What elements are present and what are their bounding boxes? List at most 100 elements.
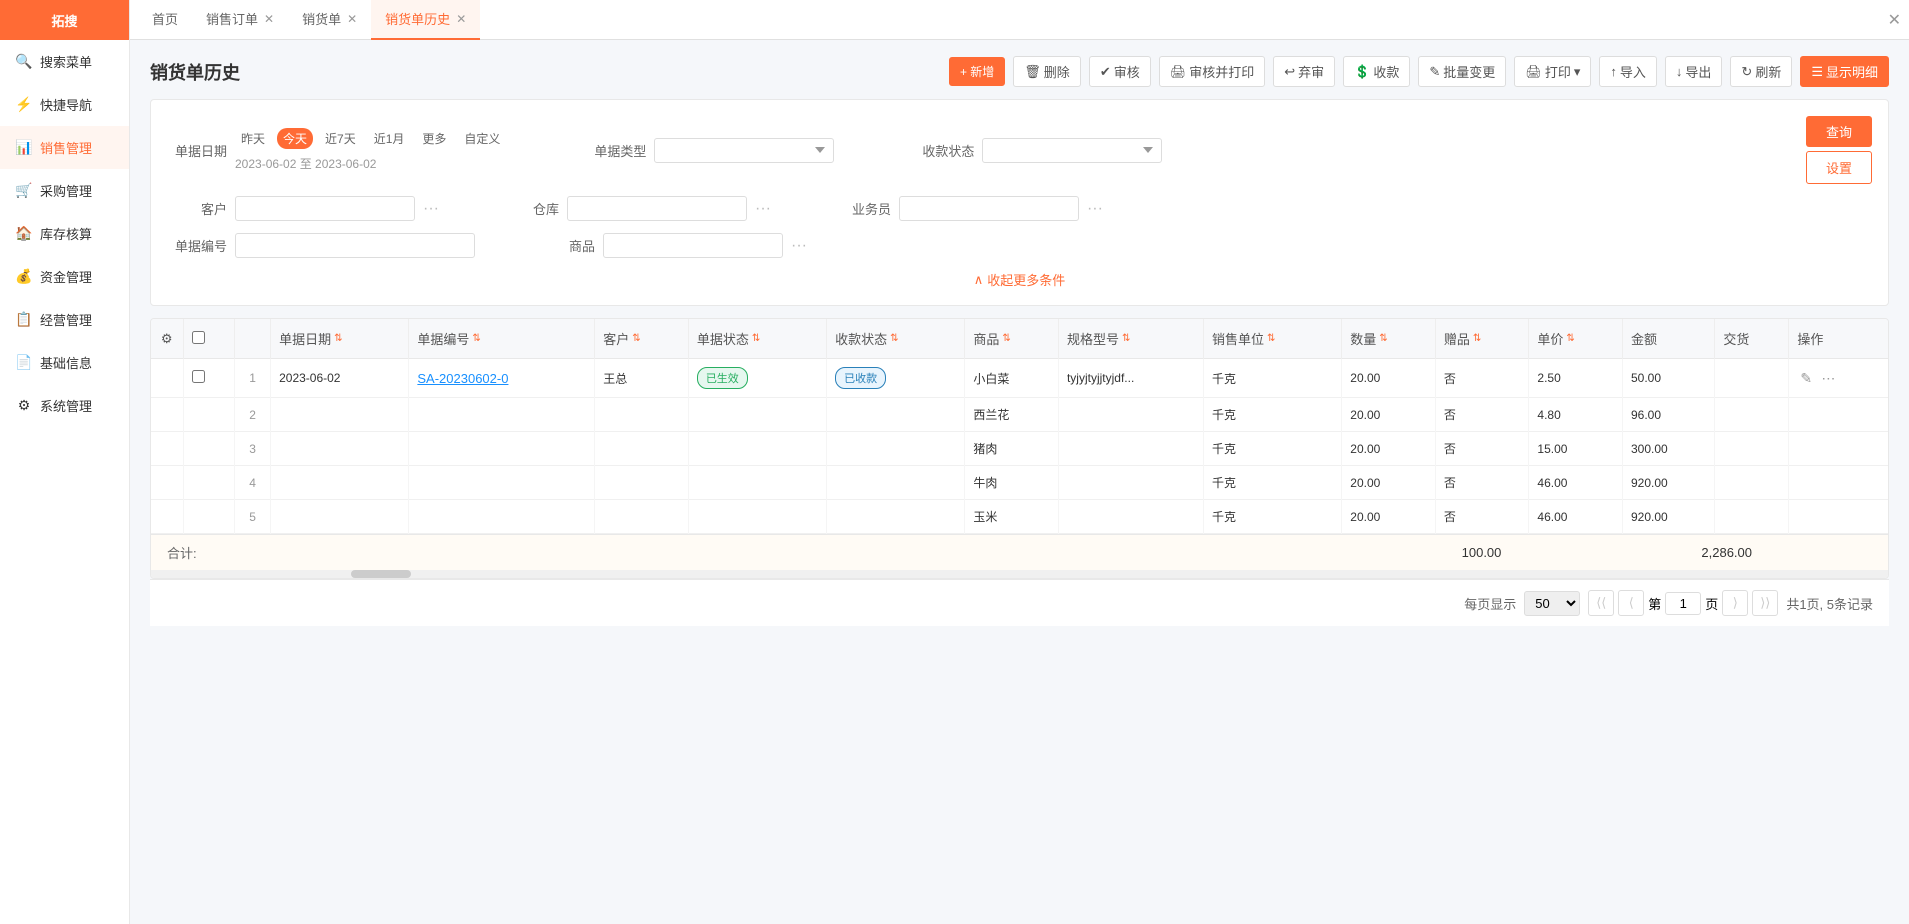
date-btn-yesterday[interactable]: 昨天	[235, 128, 271, 149]
page-last-button[interactable]: ⟩⟩	[1752, 590, 1778, 616]
doc-no-input[interactable]	[235, 233, 475, 258]
warehouse-dots[interactable]: ···	[755, 200, 771, 218]
sort-customer-icon[interactable]: ⇅	[632, 333, 640, 344]
sidebar-item-finance[interactable]: 💰 资金管理	[0, 255, 129, 298]
sidebar-item-basic-info[interactable]: 📄 基础信息	[0, 341, 129, 384]
row-checkbox[interactable]	[192, 370, 205, 383]
tab-sales-history-close[interactable]: ✕	[456, 12, 466, 26]
batch-change-button[interactable]: ✎ 批量变更	[1418, 56, 1506, 87]
query-settings-group: 查询 设置	[1806, 116, 1872, 184]
sidebar-item-purchase-mgmt[interactable]: 🛒 采购管理	[0, 169, 129, 212]
audit-button[interactable]: ✔ 审核	[1089, 56, 1151, 87]
customer-label: 客户	[167, 199, 227, 218]
date-filter-label: 单据日期	[167, 141, 227, 160]
horizontal-scrollbar[interactable]	[151, 570, 1888, 578]
td-doc-date	[271, 500, 409, 534]
sidebar-item-inventory[interactable]: 🏠 库存核算	[0, 212, 129, 255]
td-unit-price: 2.50	[1529, 359, 1623, 398]
th-gift: 赠品 ⇅	[1435, 319, 1529, 359]
delete-button[interactable]: 🗑 删除	[1013, 56, 1081, 87]
salesperson-dots[interactable]: ···	[1087, 200, 1103, 218]
refresh-button[interactable]: ↻ 刷新	[1730, 56, 1792, 87]
date-btn-more[interactable]: 更多	[416, 128, 452, 149]
td-settings	[151, 432, 183, 466]
sort-gift-icon[interactable]: ⇅	[1473, 333, 1481, 344]
table-row: 5 玉米 千克 20.00 否 46.00 920.00	[151, 500, 1888, 534]
collect-button[interactable]: 💲 收款	[1343, 56, 1410, 87]
window-close-button[interactable]: ✕	[1888, 10, 1901, 30]
sort-spec-icon[interactable]: ⇅	[1122, 333, 1130, 344]
tab-sales-history-label: 销货单历史	[385, 9, 450, 28]
sidebar-item-system[interactable]: ⚙ 系统管理	[0, 384, 129, 427]
customer-input[interactable]	[235, 196, 415, 221]
sidebar-item-quick-nav[interactable]: ⚡ 快捷导航	[0, 83, 129, 126]
tab-sales-history[interactable]: 销货单历史 ✕	[371, 0, 480, 40]
query-button[interactable]: 查询	[1806, 116, 1872, 147]
tab-sales-goods[interactable]: 销货单 ✕	[288, 0, 371, 40]
import-button[interactable]: ↑ 导入	[1599, 56, 1657, 87]
th-doc-status: 单据状态 ⇅	[688, 319, 826, 359]
sidebar-item-operations[interactable]: 📋 经营管理	[0, 298, 129, 341]
sidebar-item-sales-mgmt[interactable]: 📊 销售管理	[0, 126, 129, 169]
sidebar-item-label: 系统管理	[40, 396, 92, 415]
table-settings-icon[interactable]: ⚙	[161, 331, 173, 346]
td-exchange	[1715, 398, 1789, 432]
tab-home[interactable]: 首页	[138, 0, 192, 40]
th-exchange: 交货	[1715, 319, 1789, 359]
table-row: 2 西兰花 千克 20.00 否 4.80 96.00	[151, 398, 1888, 432]
collapse-filters-button[interactable]: ∧ 收起更多条件	[167, 270, 1872, 289]
import-icon: ↑	[1610, 64, 1617, 79]
export-button[interactable]: ↓ 导出	[1665, 56, 1723, 87]
date-btn-today[interactable]: 今天	[277, 128, 313, 149]
collect-status-select[interactable]	[982, 138, 1162, 163]
goods-dots[interactable]: ···	[791, 237, 807, 255]
edit-action-icon[interactable]: ✎	[1800, 370, 1812, 386]
td-settings	[151, 398, 183, 432]
customer-dots[interactable]: ···	[423, 200, 439, 218]
td-collect-status	[827, 432, 965, 466]
goods-input[interactable]	[603, 233, 783, 258]
date-btn-1month[interactable]: 近1月	[368, 128, 411, 149]
scroll-thumb[interactable]	[351, 570, 411, 578]
page-number-input[interactable]	[1665, 592, 1701, 615]
abandon-button[interactable]: ↩ 弃审	[1273, 56, 1335, 87]
select-all-checkbox[interactable]	[192, 331, 205, 344]
sort-doc-no-icon[interactable]: ⇅	[472, 333, 480, 344]
page-first-button[interactable]: ⟨⟨	[1588, 590, 1614, 616]
th-quantity: 数量 ⇅	[1342, 319, 1436, 359]
page-next-button[interactable]: ⟩	[1722, 590, 1748, 616]
sort-doc-date-icon[interactable]: ⇅	[334, 333, 342, 344]
print-button[interactable]: 🖨 打印 ▾	[1514, 56, 1591, 87]
salesperson-input[interactable]	[899, 196, 1079, 221]
date-btn-7days[interactable]: 近7天	[319, 128, 362, 149]
td-doc-no	[409, 500, 595, 534]
sort-doc-status-icon[interactable]: ⇅	[752, 333, 760, 344]
sort-goods-icon[interactable]: ⇅	[1002, 333, 1010, 344]
sidebar-item-label: 快捷导航	[40, 95, 92, 114]
sort-collect-status-icon[interactable]: ⇅	[890, 333, 898, 344]
sort-unit-price-icon[interactable]: ⇅	[1566, 333, 1574, 344]
per-page-select[interactable]: 50 100	[1524, 591, 1580, 616]
doc-no-link[interactable]: SA-20230602-0	[417, 371, 508, 386]
audit-print-button[interactable]: 🖨 审核并打印	[1159, 56, 1266, 87]
doc-no-label: 单据编号	[167, 236, 227, 255]
print-icon: 🖨	[1525, 64, 1542, 80]
sidebar-item-search-menu[interactable]: 🔍 搜索菜单	[0, 40, 129, 83]
new-button[interactable]: + 新增	[949, 57, 1005, 86]
tab-sales-order[interactable]: 销售订单 ✕	[192, 0, 288, 40]
date-btn-custom[interactable]: 自定义	[458, 128, 506, 149]
sort-quantity-icon[interactable]: ⇅	[1379, 333, 1387, 344]
page-prev-button[interactable]: ⟨	[1618, 590, 1644, 616]
td-actions	[1789, 466, 1888, 500]
show-detail-button[interactable]: ☰ 显示明细	[1800, 56, 1889, 87]
filter-settings-button[interactable]: 设置	[1806, 151, 1872, 184]
more-action-icon[interactable]: ⋯	[1821, 370, 1835, 386]
doc-type-select[interactable]	[654, 138, 834, 163]
tab-sales-goods-close[interactable]: ✕	[347, 12, 357, 26]
sort-sales-unit-icon[interactable]: ⇅	[1267, 333, 1275, 344]
td-gift: 否	[1435, 500, 1529, 534]
td-doc-no: SA-20230602-0	[409, 359, 595, 398]
td-collect-status	[827, 398, 965, 432]
warehouse-input[interactable]	[567, 196, 747, 221]
tab-sales-order-close[interactable]: ✕	[264, 12, 274, 26]
